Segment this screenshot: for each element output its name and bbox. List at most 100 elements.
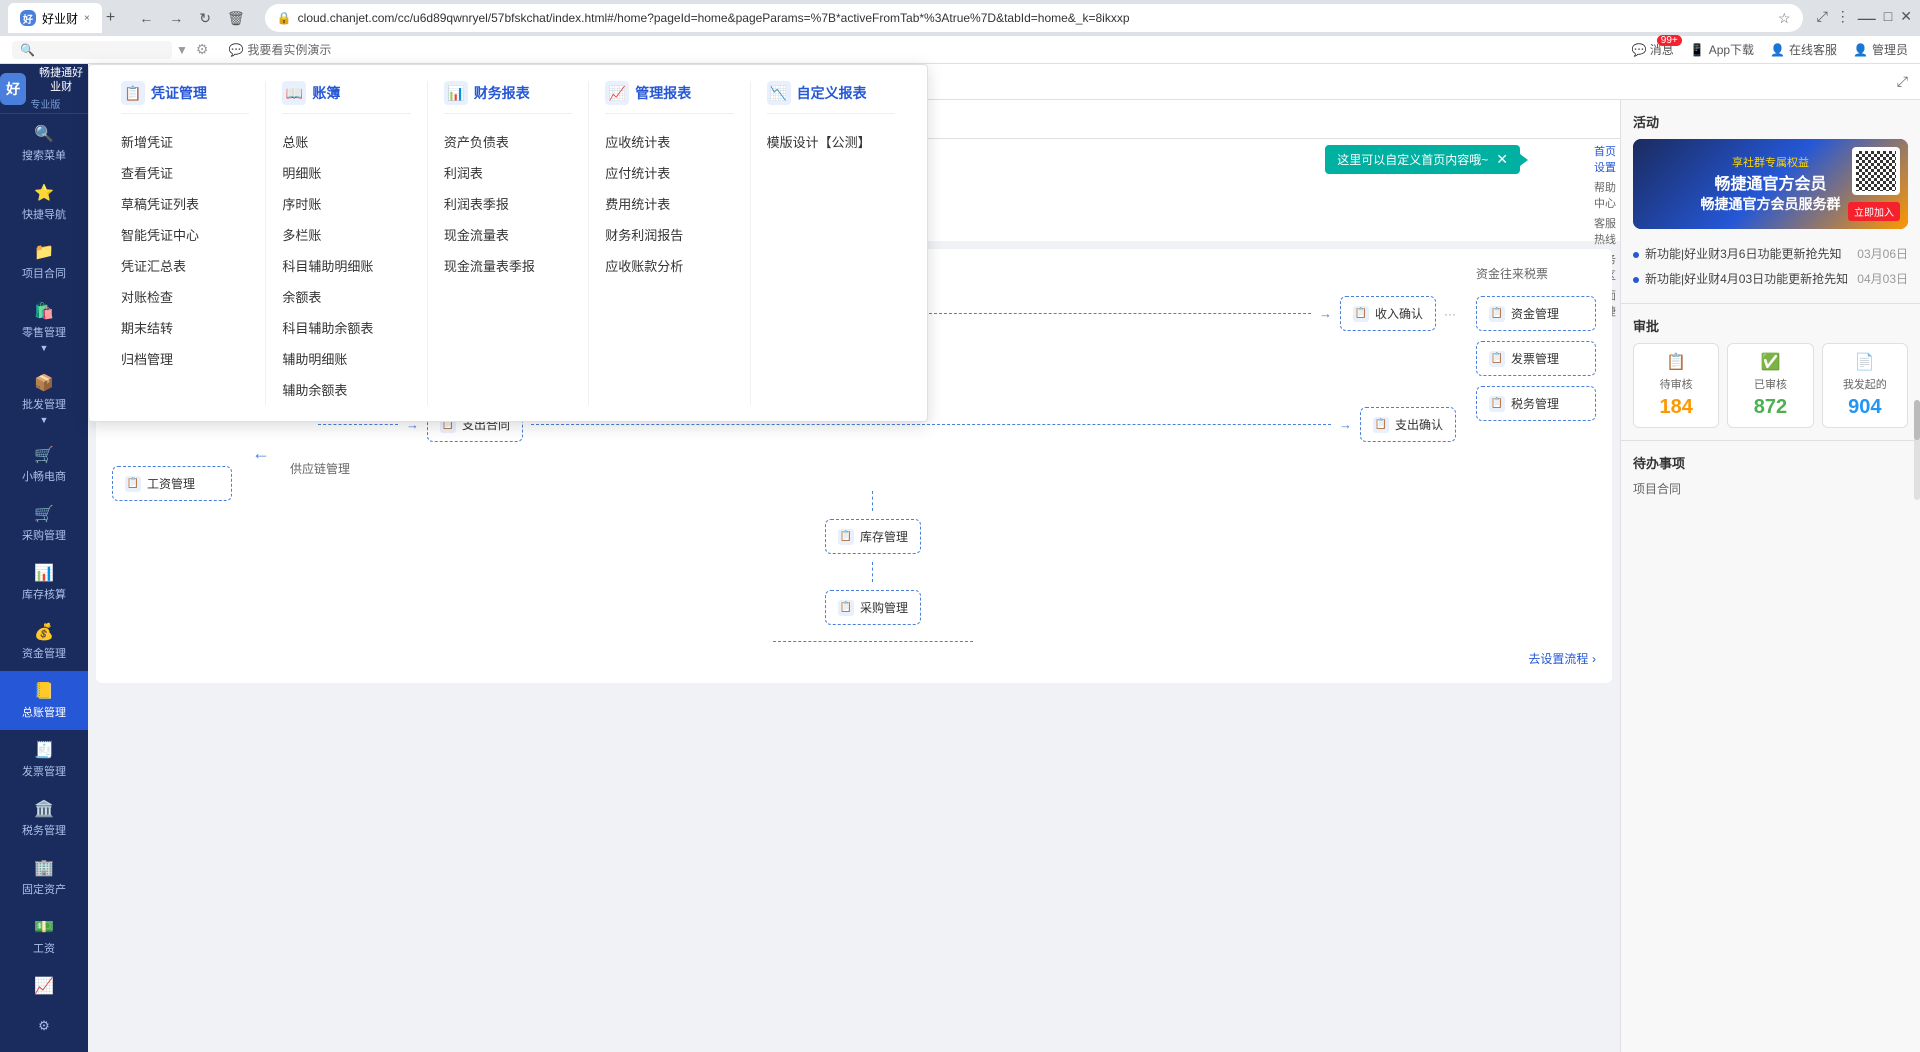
sidebar-item-ecommerce[interactable]: 🛒 小畅电商 xyxy=(0,435,88,494)
dropdown-item-view-voucher[interactable]: 查看凭证 xyxy=(121,157,249,188)
sidebar-item-accounting[interactable]: 📒 总账管理 xyxy=(0,671,88,730)
approval-card-pending[interactable]: 📋 待审核 184 xyxy=(1633,343,1719,428)
right-scrollbar-thumb[interactable] xyxy=(1914,400,1920,440)
sidebar-item-operations[interactable]: 📈 经营管理 xyxy=(0,966,88,1000)
dropdown-item-financial-profit[interactable]: 财务利润报告 xyxy=(605,219,733,250)
sidebar-item-shortcut[interactable]: ⭐ 快捷导航 xyxy=(0,173,88,232)
inventory-mgmt-box[interactable]: 📋 库存管理 xyxy=(825,519,921,554)
dropdown-item-cashflow-quarterly[interactable]: 现金流量表季报 xyxy=(444,250,572,281)
activity-banner[interactable]: 享社群专属权益 畅捷通官方会员 畅捷通官方会员服务群 立即加入 xyxy=(1633,139,1908,229)
dropdown-item-general-ledger[interactable]: 总账 xyxy=(282,126,410,157)
dropdown-item-balance-sheet[interactable]: 资产负债表 xyxy=(444,126,572,157)
user-menu[interactable]: 👤 管理员 xyxy=(1853,41,1908,58)
dropdown-item-smart-voucher[interactable]: 智能凭证中心 xyxy=(121,219,249,250)
pending-label: 待审核 xyxy=(1642,376,1710,392)
dropdown-item-receivable-analysis[interactable]: 应收账款分析 xyxy=(605,250,733,281)
dropdown-item-aux-detail[interactable]: 辅助明细账 xyxy=(282,343,410,374)
sidebar-item-salary[interactable]: 💵 工资 xyxy=(0,907,88,966)
news-item-2[interactable]: 新功能|好业财4月03日功能更新抢先知 04月03日 xyxy=(1633,266,1908,291)
salary-mgmt-box[interactable]: 📋 工资管理 xyxy=(112,466,232,501)
dropdown-item-journal[interactable]: 序时账 xyxy=(282,188,410,219)
dropdown-item-multi-col[interactable]: 多栏账 xyxy=(282,219,410,250)
sidebar-item-inventory[interactable]: 📊 库存核算 xyxy=(0,553,88,612)
dropdown-item-profit-quarterly[interactable]: 利润表季报 xyxy=(444,188,572,219)
sidebar-item-tax[interactable]: 🏛️ 税务管理 xyxy=(0,789,88,848)
settings-icon[interactable]: ⚙ xyxy=(196,41,209,58)
refresh-btn[interactable]: ↻ xyxy=(193,6,217,31)
capital-mgmt-box[interactable]: 📋 资金管理 xyxy=(1476,296,1596,331)
join-btn[interactable]: 立即加入 xyxy=(1848,202,1900,221)
dropdown-item-add-voucher[interactable]: 新增凭证 xyxy=(121,126,249,157)
dropdown-item-expense-summary[interactable]: 费用统计表 xyxy=(605,188,733,219)
dropdown-item-reconcile[interactable]: 对账检查 xyxy=(121,281,249,312)
salary-mgmt-icon: 📋 xyxy=(125,476,141,492)
purchase-mgmt-box[interactable]: 📋 采购管理 xyxy=(825,590,921,625)
dropdown-item-archive[interactable]: 归档管理 xyxy=(121,343,249,374)
dropdown-item-aux-balance[interactable]: 辅助余额表 xyxy=(282,374,410,405)
salary-mgmt-label: 工资管理 xyxy=(147,475,195,492)
browser-tab[interactable]: 好 好业财 × xyxy=(8,3,102,33)
sidebar-item-wholesale[interactable]: 📦 批发管理 ▼ xyxy=(0,363,88,435)
sidebar-item-purchase[interactable]: 🛒 采购管理 xyxy=(0,494,88,553)
address-bar[interactable]: 🔒 cloud.chanjet.com/cc/u6d89qwnryel/57bf… xyxy=(265,4,1803,32)
message-btn[interactable]: 💬 消息 99+ xyxy=(1631,41,1673,58)
income-confirm-box[interactable]: 📋 收入确认 xyxy=(1340,296,1436,331)
settings-menu-icon[interactable]: ⋮ xyxy=(1836,8,1850,29)
sidebar-item-project-label: 项目合同 xyxy=(22,265,66,281)
setup-flow-link[interactable]: 去设置流程 xyxy=(1528,652,1588,666)
search-bar[interactable]: 🔍 xyxy=(12,41,172,59)
invoice-mgmt-box[interactable]: 📋 发票管理 xyxy=(1476,341,1596,376)
dashed-line-2 xyxy=(919,313,1311,314)
forward-btn[interactable]: → xyxy=(163,6,189,30)
maximize-icon[interactable]: □ xyxy=(1884,8,1892,29)
voucher-header-icon: 📋 xyxy=(121,81,145,105)
dropdown-item-subject-aux-balance[interactable]: 科目辅助余额表 xyxy=(282,312,410,343)
dropdown-item-draft-voucher[interactable]: 草稿凭证列表 xyxy=(121,188,249,219)
tax-mgmt-box[interactable]: 📋 税务管理 xyxy=(1476,386,1596,421)
dropdown-item-balance[interactable]: 余额表 xyxy=(282,281,410,312)
help-center-btn[interactable]: 帮助中心 xyxy=(1594,179,1616,211)
approval-card-initiated[interactable]: 📄 我发起的 904 xyxy=(1822,343,1908,428)
dropdown-item-subject-detail[interactable]: 科目辅助明细账 xyxy=(282,250,410,281)
sidebar-settings-btn[interactable]: ⚙ xyxy=(10,1010,78,1042)
accounting-icon: 📒 xyxy=(34,681,54,701)
dropdown-item-voucher-summary[interactable]: 凭证汇总表 xyxy=(121,250,249,281)
sidebar-item-inventory-label: 库存核算 xyxy=(22,586,66,602)
sidebar-item-finance[interactable]: 💰 资金管理 xyxy=(0,612,88,671)
new-tab-btn[interactable]: + xyxy=(102,5,119,31)
app-download-btn[interactable]: 📱 App下载 xyxy=(1690,41,1754,58)
online-service-btn[interactable]: 👤 在线客服 xyxy=(1770,41,1837,58)
browser-action-icons: ⤢ ⋮ — □ ✕ xyxy=(1817,8,1912,29)
dropdown-item-profit-loss[interactable]: 利润表 xyxy=(444,157,572,188)
right-scrollbar-track xyxy=(1914,400,1920,500)
dropdown-item-payable-summary[interactable]: 应付统计表 xyxy=(605,157,733,188)
sidebar-item-project[interactable]: 📁 项目合同 xyxy=(0,232,88,291)
back-btn[interactable]: ← xyxy=(133,6,159,30)
sidebar-item-retail[interactable]: 🛍️ 零售管理 ▼ xyxy=(0,291,88,363)
dropdown-item-detail-account[interactable]: 明细账 xyxy=(282,157,410,188)
dropdown-arrow[interactable]: ▼ xyxy=(176,43,188,57)
sidebar-item-invoice[interactable]: 🧾 发票管理 xyxy=(0,730,88,789)
dropdown-item-cashflow[interactable]: 现金流量表 xyxy=(444,219,572,250)
dropdown-item-period-end[interactable]: 期末结转 xyxy=(121,312,249,343)
close-window-icon[interactable]: ✕ xyxy=(1900,8,1912,29)
customize-tip-close[interactable]: ✕ xyxy=(1496,151,1508,168)
customize-tip-text: 这里可以自定义首页内容哦~ xyxy=(1337,151,1488,168)
demo-link[interactable]: 💬 我要看实例演示 xyxy=(228,41,331,58)
dropdown-item-template-design[interactable]: 模版设计【公测】 xyxy=(767,126,895,157)
tab-close-btn[interactable]: × xyxy=(84,13,90,24)
financial-report-header: 📊 财务报表 xyxy=(444,81,572,114)
customer-hotline-btn[interactable]: 客服热线 xyxy=(1594,215,1616,247)
expand-icon[interactable]: ⤢ xyxy=(1897,73,1908,90)
dropdown-item-receivable-summary[interactable]: 应收统计表 xyxy=(605,126,733,157)
bookmark-icon[interactable]: ☆ xyxy=(1778,10,1791,27)
minimize-icon[interactable]: — xyxy=(1858,8,1876,29)
home-settings-btn[interactable]: 首页设置 xyxy=(1594,143,1616,175)
sidebar-item-search[interactable]: 🔍 搜索菜单 xyxy=(0,114,88,173)
expense-confirm-box[interactable]: 📋 支出确认 xyxy=(1360,407,1456,442)
delete-btn[interactable]: 🗑 xyxy=(221,6,251,31)
extension-icon[interactable]: ⤢ xyxy=(1817,8,1828,29)
news-item-1[interactable]: 新功能|好业财3月6日功能更新抢先知 03月06日 xyxy=(1633,241,1908,266)
approval-card-reviewed[interactable]: ✅ 已审核 872 xyxy=(1727,343,1813,428)
sidebar-item-assets[interactable]: 🏢 固定资产 xyxy=(0,848,88,907)
